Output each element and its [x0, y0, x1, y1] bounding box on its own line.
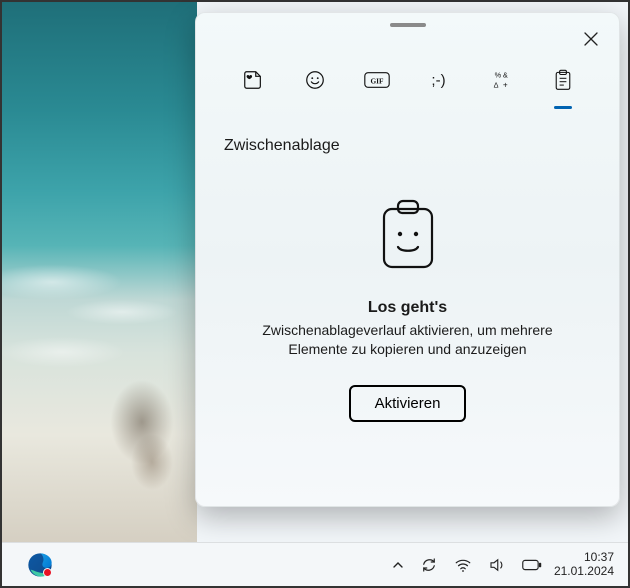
tray-sync[interactable]	[420, 556, 438, 574]
wifi-icon	[454, 556, 472, 574]
kaomoji-icon: ;-)	[431, 72, 445, 89]
svg-text:+: +	[502, 80, 507, 89]
volume-icon	[488, 556, 506, 574]
tab-clipboard[interactable]	[549, 65, 577, 95]
tray-battery[interactable]	[522, 558, 542, 572]
clipboard-smiley-icon	[378, 199, 438, 271]
emoji-clipboard-flyout: GIF ;-) % & Δ +	[195, 12, 620, 507]
svg-text:Δ: Δ	[493, 80, 498, 89]
tab-stickers[interactable]	[239, 65, 267, 95]
emoji-icon	[304, 69, 326, 91]
symbols-icon: % & Δ +	[490, 69, 512, 91]
activate-button[interactable]: Aktivieren	[349, 385, 467, 422]
empty-description: Zwischenablageverlauf aktivieren, um meh…	[236, 321, 579, 359]
tab-kaomoji[interactable]: ;-)	[425, 65, 453, 95]
close-icon	[584, 32, 598, 46]
tab-strip: GIF ;-) % & Δ +	[196, 65, 619, 95]
svg-text:&: &	[502, 70, 507, 79]
empty-state: Los geht's Zwischenablageverlauf aktivie…	[196, 199, 619, 422]
tray-volume[interactable]	[488, 556, 506, 574]
clock-time: 10:37	[554, 551, 614, 564]
notification-dot-icon	[43, 568, 52, 577]
taskbar: 10:37 21.01.2024	[2, 542, 628, 586]
svg-text:GIF: GIF	[370, 76, 384, 85]
gif-icon: GIF	[364, 71, 390, 89]
taskbar-app-edge[interactable]	[26, 551, 54, 579]
tray-overflow-chevron[interactable]	[392, 559, 404, 571]
sync-icon	[420, 556, 438, 574]
sticker-icon	[242, 69, 264, 91]
clock-date: 21.01.2024	[554, 565, 614, 578]
taskbar-clock[interactable]: 10:37 21.01.2024	[554, 551, 614, 577]
desktop-wallpaper	[2, 2, 197, 543]
clipboard-tab-icon	[553, 69, 573, 91]
battery-icon	[522, 558, 542, 572]
tray-wifi[interactable]	[454, 556, 472, 574]
empty-title: Los geht's	[236, 299, 579, 317]
system-tray	[392, 556, 542, 574]
tab-symbols[interactable]: % & Δ +	[487, 65, 515, 95]
chevron-up-icon	[392, 559, 404, 571]
svg-text:%: %	[494, 70, 501, 79]
tab-gif[interactable]: GIF	[363, 65, 391, 95]
drag-handle[interactable]	[390, 23, 426, 27]
close-button[interactable]	[581, 29, 601, 49]
section-title: Zwischenablage	[224, 137, 619, 155]
tab-emoji[interactable]	[301, 65, 329, 95]
